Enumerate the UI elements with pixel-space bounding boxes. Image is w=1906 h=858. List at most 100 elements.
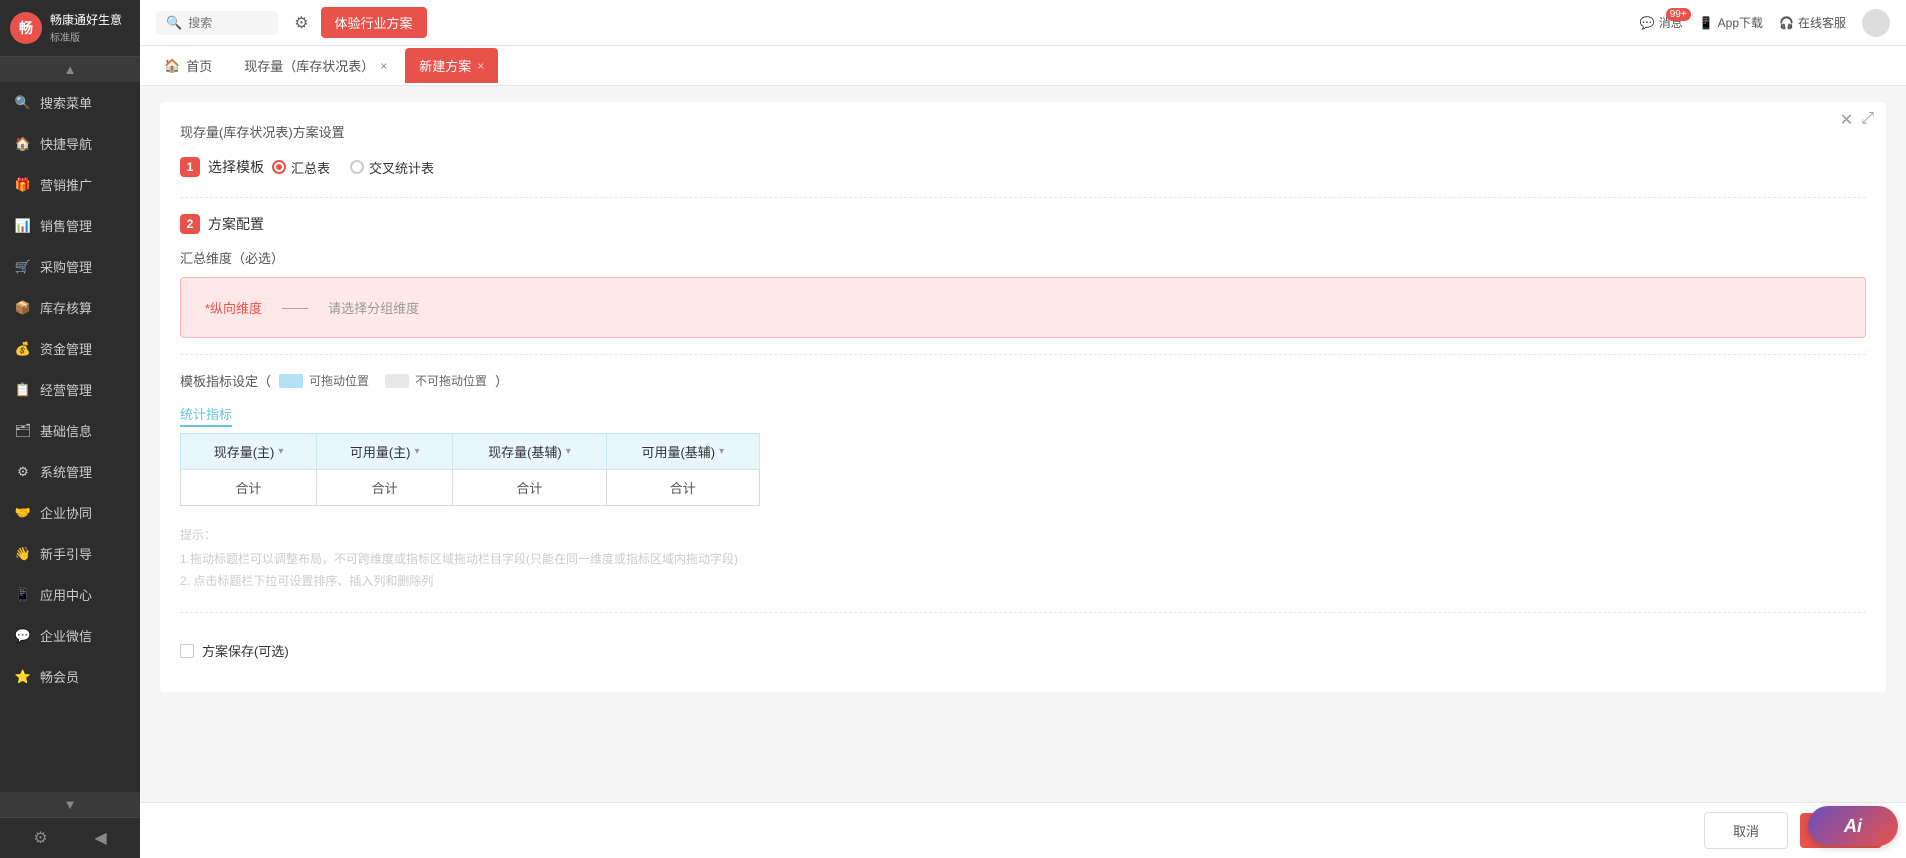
tab-inventory-close[interactable]: × [380,59,387,73]
tab-inventory-label: 现存量（库存状况表） [244,56,374,75]
top-header: 🔍 ⚙ 体验行业方案 💬 消息 99+ 📱 App下载 🎧 在线客服 [140,0,1906,46]
step1-label: 选择模板 [208,157,264,177]
sidebar-item-label-marketing: 营销推广 [40,175,92,194]
sidebar-item-label-operations: 经营管理 [40,380,92,399]
dimension-dash: —— [282,300,308,315]
tips-item-1: 1.拖动标题栏可以调整布局，不可跨维度或指标区域拖动栏目字段(只能在同一维度或指… [180,549,1866,571]
close-panel-icon[interactable]: ✕ [1840,110,1853,130]
step2-badge: 2 [180,214,200,234]
brand-edition: 标准版 [50,29,122,44]
gear-icon[interactable]: ⚙ [294,13,308,33]
step2-header: 2 方案配置 [180,214,1866,234]
col-dropdown-col4[interactable]: 可用量(基辅) ▾ [641,442,724,461]
newcomer-icon: 👋 [14,545,32,563]
step1-section: 1 选择模板 汇总表 交叉统计表 [180,157,1866,177]
tab-home[interactable]: 🏠 首页 [150,48,226,83]
sidebar-item-app-center[interactable]: 📱应用中心 [0,574,140,615]
col-dropdown-col3[interactable]: 现存量(基辅) ▾ [488,442,571,461]
sidebar-item-basic-info[interactable]: 🗂基础信息 [0,410,140,451]
template-radio-group: 汇总表 交叉统计表 [272,158,434,177]
tab-inventory[interactable]: 现存量（库存状况表） × [230,48,401,83]
sidebar-item-system[interactable]: ⚙ 系统管理 [0,451,140,492]
col-header-col3[interactable]: 现存量(基辅) ▾ [453,434,606,470]
radio-summary[interactable]: 汇总表 [272,158,330,177]
sidebar-item-label-inventory: 库存核算 [40,298,92,317]
message-icon: 💬 [1640,16,1655,30]
col-header-col2[interactable]: 可用量(主) ▾ [317,434,453,470]
collapse-icon[interactable]: ◀ [94,828,106,848]
cancel-button[interactable]: 取消 [1704,812,1788,849]
quick-nav-icon: 🏠 [14,135,32,153]
headset-icon: 🎧 [1779,16,1794,30]
marketing-icon: 🎁 [14,176,32,194]
sidebar-item-operations[interactable]: 📋经营管理 [0,369,140,410]
legend-draggable: 可拖动位置 [279,372,369,389]
member-icon: ⭐ [14,668,32,686]
trial-button[interactable]: 体验行业方案 [321,7,427,38]
online-service-button[interactable]: 🎧 在线客服 [1779,14,1846,31]
col-arrow-col1: ▾ [278,446,283,457]
expand-panel-icon[interactable]: ⤢ [1861,110,1874,130]
sidebar-item-label-member: 畅会员 [40,667,79,686]
sidebar-item-enterprise[interactable]: 🤝企业协同 [0,492,140,533]
radio-summary-dot [272,160,286,174]
divider1 [180,197,1866,198]
sidebar-item-label-wechat: 企业微信 [40,626,92,645]
user-avatar[interactable] [1862,9,1890,37]
indicator-settings-row: 模板指标设定（ 可拖动位置 不可拖动位置 ） [180,371,1866,390]
sidebar-item-member[interactable]: ⭐ 畅会员 [0,656,140,697]
settings-panel: ✕ ⤢ 现存量(库存状况表)方案设置 1 选择模板 汇总表 [160,102,1886,692]
sidebar-item-label-purchase: 采购管理 [40,257,92,276]
divider2 [180,354,1866,355]
sidebar-item-newcomer[interactable]: 👋新手引导 [0,533,140,574]
radio-cross[interactable]: 交叉统计表 [350,158,434,177]
ai-badge[interactable]: Ai [1808,806,1898,846]
col-arrow-col3: ▾ [566,446,571,457]
col-header-col1[interactable]: 现存量(主) ▾ [181,434,317,470]
finance-icon: 💰 [14,340,32,358]
messages-button[interactable]: 💬 消息 99+ [1640,14,1683,31]
step2-section: 2 方案配置 汇总维度（必选） *纵向维度 —— 请选择分组维度 模板指标设定（ [180,214,1866,592]
legend-fixed: 不可拖动位置 [385,372,487,389]
sidebar-item-wechat[interactable]: 💬企业微信 [0,615,140,656]
indicator-settings-prefix: 模板指标设定（ [180,371,271,390]
tips-title: 提示： [180,526,1866,543]
main-area: 🔍 ⚙ 体验行业方案 💬 消息 99+ 📱 App下载 🎧 在线客服 [140,0,1906,858]
stat-label: 统计指标 [180,404,232,427]
sidebar-scroll-up[interactable]: ▲ [0,57,140,82]
bottom-bar: 取消 查询 [140,802,1906,858]
app-download-button[interactable]: 📱 App下载 [1699,14,1763,31]
purchase-icon: 🛒 [14,258,32,276]
sidebar-item-finance[interactable]: 💰资金管理 [0,328,140,369]
sidebar-item-marketing[interactable]: 🎁 营销推广 [0,164,140,205]
sidebar-item-label-system: 系统管理 [40,462,92,481]
search-box[interactable]: 🔍 [156,11,278,35]
save-plan-checkbox[interactable] [180,644,194,658]
tab-new-plan-close[interactable]: × [477,59,484,73]
col-dropdown-col1[interactable]: 现存量(主) ▾ [214,442,284,461]
col-cell-col2: 合计 [317,470,453,506]
sidebar-item-search[interactable]: 🔍搜索菜单 [0,82,140,123]
sidebar-item-sales[interactable]: 📊销售管理 [0,205,140,246]
stat-table-section: 统计指标 现存量(主) ▾可用量(主) ▾现存量(基辅) ▾可用量(基辅) ▾ … [180,404,1866,506]
tabs-bar: 🏠 首页 现存量（库存状况表） × 新建方案 × [140,46,1906,86]
col-cell-col1: 合计 [181,470,317,506]
draggable-label: 可拖动位置 [309,372,369,389]
settings-icon[interactable]: ⚙ [33,828,47,848]
search-input[interactable] [188,16,268,30]
sidebar-item-inventory[interactable]: 📦库存核算 [0,287,140,328]
brand-logo: 畅 [10,12,42,44]
col-dropdown-col2[interactable]: 可用量(主) ▾ [350,442,420,461]
sidebar-item-purchase[interactable]: 🛒 采购管理 [0,246,140,287]
sales-icon: 📊 [14,217,32,235]
tab-new-plan[interactable]: 新建方案 × [405,48,498,83]
stat-table-body: 合计合计合计合计 [181,470,760,506]
panel-title: 现存量(库存状况表)方案设置 [180,122,1866,141]
content-area: ✕ ⤢ 现存量(库存状况表)方案设置 1 选择模板 汇总表 [140,86,1906,802]
sidebar-scroll-down[interactable]: ▼ [0,792,140,817]
app-center-icon: 📱 [14,586,32,604]
system-icon: ⚙ [14,463,32,481]
header-actions: 💬 消息 99+ 📱 App下载 🎧 在线客服 [1640,9,1890,37]
col-header-col4[interactable]: 可用量(基辅) ▾ [606,434,759,470]
sidebar-item-quick-nav[interactable]: 🏠快捷导航 [0,123,140,164]
